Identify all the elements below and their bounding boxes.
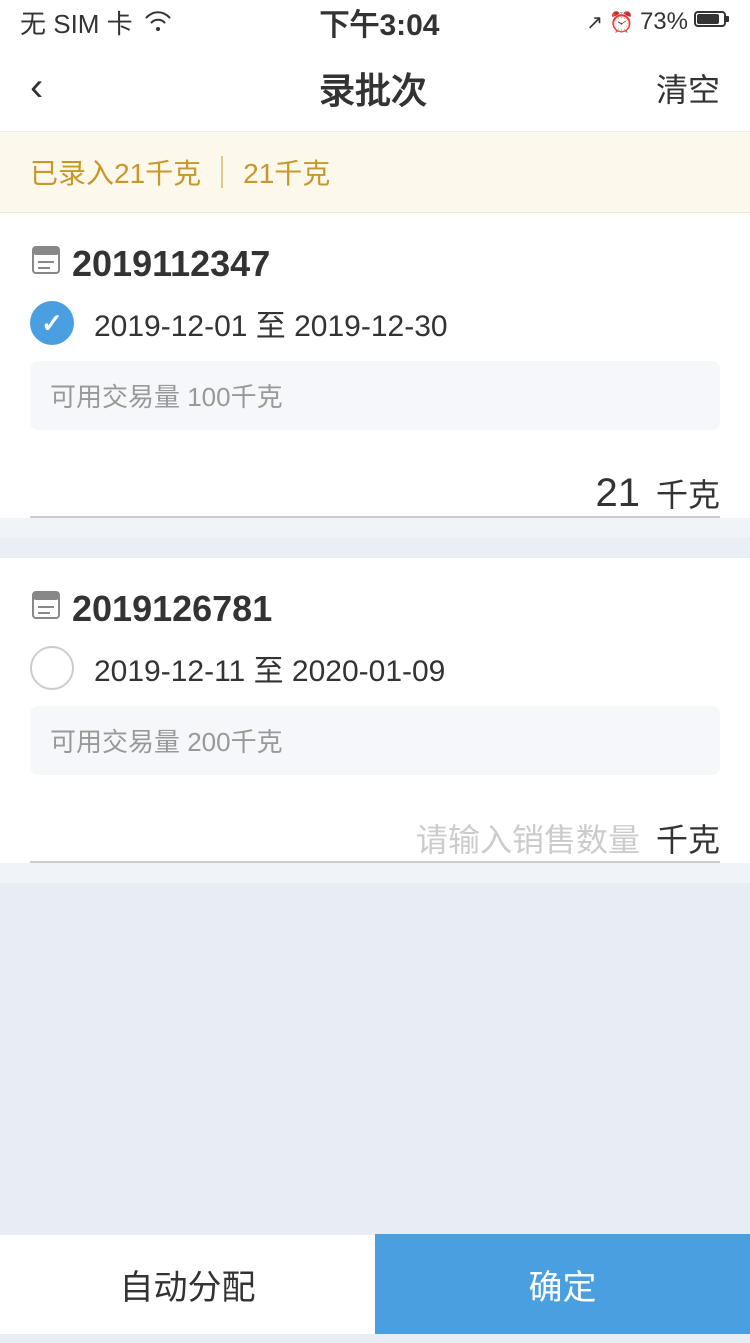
batch-1-qty-unit: 千克: [656, 470, 720, 516]
confirm-button[interactable]: 确定: [375, 1234, 750, 1334]
status-time: 下午3:04: [319, 0, 439, 44]
batch-2-header: 2019126781: [30, 588, 720, 630]
location-icon: ↗: [586, 10, 603, 35]
batch-1-underline: [30, 516, 720, 518]
batch-1-avail-text: 可用交易量 100千克: [50, 382, 283, 412]
auto-distribute-button[interactable]: 自动分配: [0, 1234, 375, 1334]
batch-2-date: 2019-12-11 至 2020-01-09: [94, 646, 445, 690]
page-title: 录批次: [319, 62, 427, 114]
batch-2-avail-text: 可用交易量 200千克: [50, 727, 283, 757]
batch-1-id: 2019112347: [72, 243, 270, 285]
info-banner: 已录入21千克 21千克: [0, 132, 750, 213]
info-divider: [221, 156, 223, 188]
batch-1-qty-value[interactable]: 21: [595, 471, 640, 516]
batch-1-icon: [30, 244, 62, 284]
batch-2-radio[interactable]: [30, 646, 74, 690]
batch-card-2-inner: 2019126781 2019-12-11 至 2020-01-09 可用交易量…: [0, 558, 750, 775]
wifi-icon: [143, 7, 173, 38]
batch-2-qty-row: 请输入销售数量 千克: [0, 795, 750, 861]
sim-status: 无 SIM 卡: [20, 4, 133, 41]
batch-1-date-row[interactable]: 2019-12-01 至 2019-12-30: [30, 301, 720, 345]
batch-1-radio[interactable]: [30, 301, 74, 345]
batch-2-icon: [30, 589, 62, 629]
batch-2-underline: [30, 861, 720, 863]
nav-bar: ‹ 录批次 清空: [0, 44, 750, 132]
footer: 自动分配 确定: [0, 1234, 750, 1334]
alarm-icon: ⏰: [609, 10, 634, 35]
status-right: ↗ ⏰ 73%: [586, 8, 730, 36]
batch-card-2: 2019126781 2019-12-11 至 2020-01-09 可用交易量…: [0, 558, 750, 863]
battery-percent: 73%: [640, 8, 688, 36]
batch-card-1-inner: 2019112347 2019-12-01 至 2019-12-30 可用交易量…: [0, 213, 750, 430]
batch-card-1: 2019112347 2019-12-01 至 2019-12-30 可用交易量…: [0, 213, 750, 518]
batch-1-qty-row: 21 千克: [0, 450, 750, 516]
batch-2-id: 2019126781: [72, 588, 272, 630]
batch-1-avail-qty: 可用交易量 100千克: [30, 361, 720, 430]
batch-2-qty-placeholder[interactable]: 请输入销售数量: [416, 815, 640, 861]
batch-2-date-row[interactable]: 2019-12-11 至 2020-01-09: [30, 646, 720, 690]
status-left: 无 SIM 卡: [20, 4, 173, 41]
battery-icon: [694, 8, 730, 36]
total-amount: 21千克: [243, 152, 330, 192]
recorded-amount: 已录入21千克: [30, 152, 201, 192]
batch-2-avail-qty: 可用交易量 200千克: [30, 706, 720, 775]
clear-button[interactable]: 清空: [656, 65, 720, 111]
status-bar: 无 SIM 卡 下午3:04 ↗ ⏰ 73%: [0, 0, 750, 44]
separator-1: [0, 538, 750, 558]
batch-1-header: 2019112347: [30, 243, 720, 285]
batch-2-qty-unit: 千克: [656, 815, 720, 861]
back-button[interactable]: ‹: [30, 65, 90, 110]
batch-1-date: 2019-12-01 至 2019-12-30: [94, 301, 448, 345]
